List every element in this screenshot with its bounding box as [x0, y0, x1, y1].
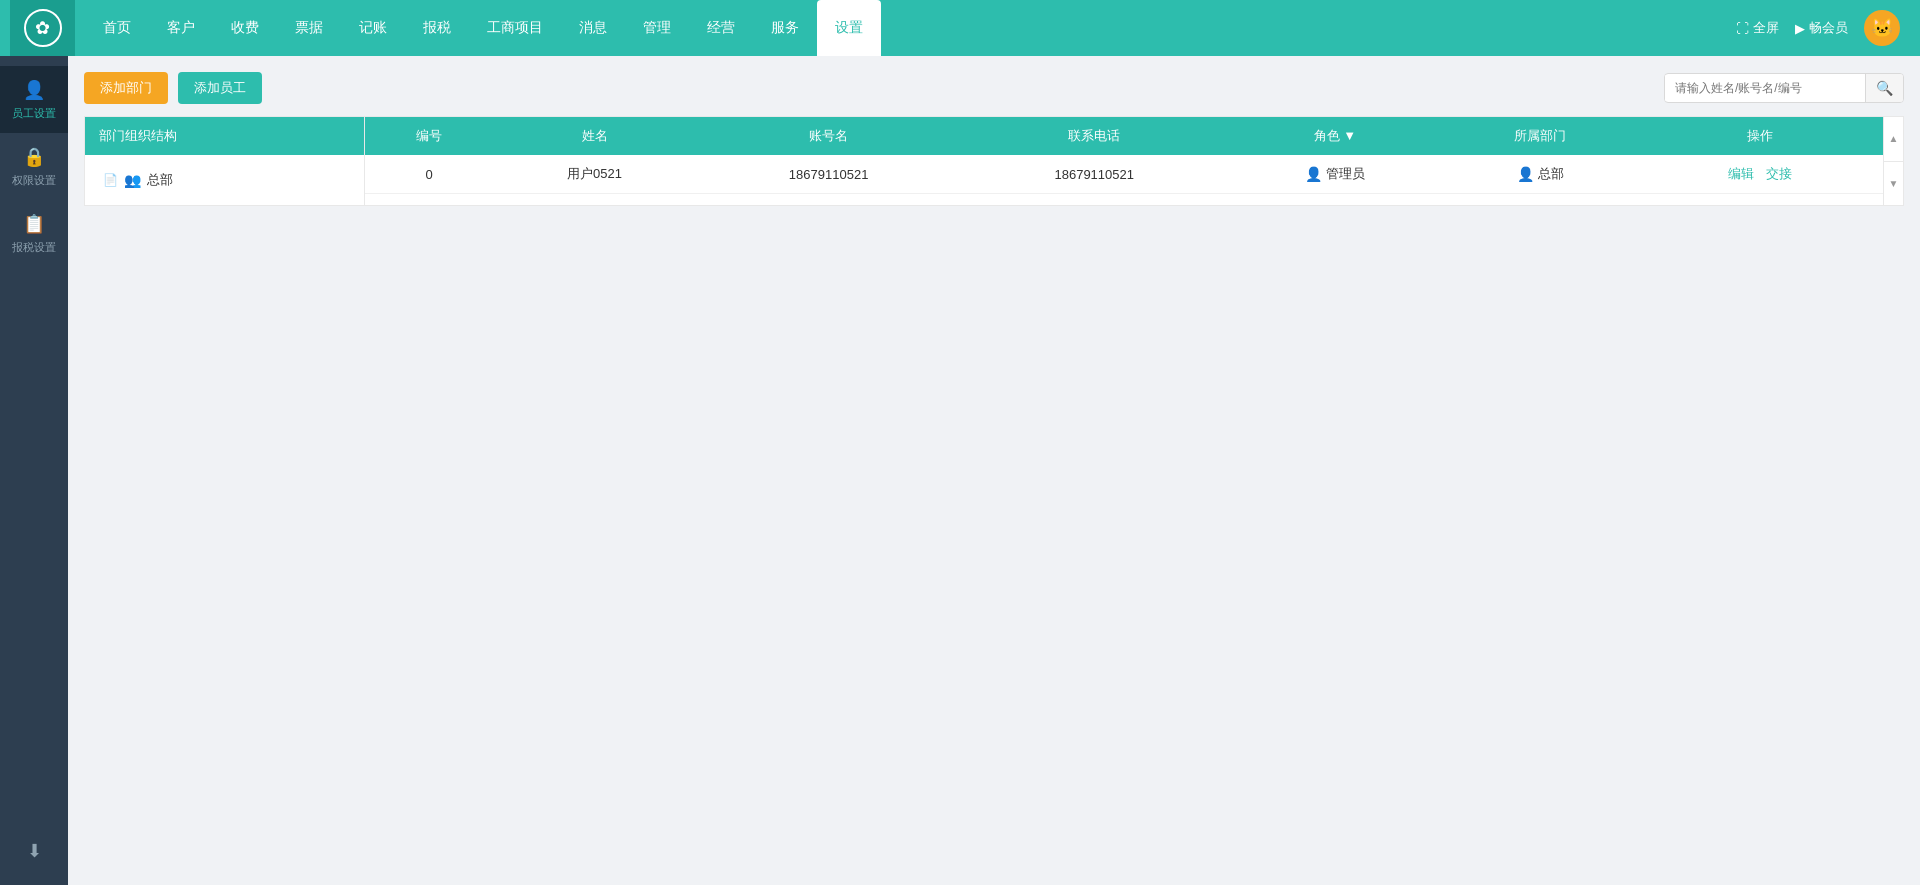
dept-tree-body: 📄 👥 总部 [85, 155, 364, 205]
scroll-down-arrow[interactable]: ▼ [1884, 162, 1903, 206]
dept-badge: 👤 总部 [1517, 165, 1564, 183]
user-group-icon: 👥 [124, 172, 141, 188]
doc-icon: 📄 [103, 173, 118, 187]
col-account: 账号名 [696, 117, 962, 155]
col-name: 姓名 [493, 117, 696, 155]
sidebar-item-0[interactable]: 👤 员工设置 [0, 66, 68, 133]
sidebar-item-1[interactable]: 🔒 权限设置 [0, 133, 68, 200]
search-icon: 🔍 [1876, 80, 1893, 96]
download-icon: ⬇ [22, 839, 46, 863]
edit-link[interactable]: 编辑 [1728, 166, 1754, 181]
col-dept: 所属部门 [1443, 117, 1638, 155]
add-dept-button[interactable]: 添加部门 [84, 72, 168, 104]
nav-item-首页[interactable]: 首页 [85, 0, 149, 56]
scroll-arrows: ▲ ▼ [1883, 117, 1903, 205]
fullscreen-button[interactable]: ⛶ 全屏 [1736, 19, 1779, 37]
nav-items: 首页客户收费票据记账报税工商项目消息管理经营服务设置 [85, 0, 881, 56]
cell-account: 18679110521 [696, 155, 962, 194]
cell-dept: 👤 总部 [1443, 155, 1638, 194]
nav-right: ⛶ 全屏 ▶ 畅会员 🐱 [1736, 10, 1920, 46]
nav-item-设置[interactable]: 设置 [817, 0, 881, 56]
two-col-panel: 部门组织结构 📄 👥 总部 编号 姓名 账号名 [84, 116, 1904, 206]
role-badge: 👤 管理员 [1305, 165, 1365, 183]
sidebar: 👤 员工设置 🔒 权限设置 📋 报税设置 ⬇ [0, 56, 68, 885]
sidebar-label-0: 员工设置 [12, 106, 56, 121]
col-role[interactable]: 角色 ▼ [1227, 117, 1443, 155]
col-action: 操作 [1638, 117, 1883, 155]
logo[interactable]: ✿ [10, 0, 75, 56]
cell-role: 👤 管理员 [1227, 155, 1443, 194]
sidebar-label-1: 权限设置 [12, 173, 56, 188]
table-head: 编号 姓名 账号名 联系电话 角色 ▼ 所属部门 操作 [365, 117, 1883, 155]
role-label: 管理员 [1326, 165, 1365, 183]
scroll-up-arrow[interactable]: ▲ [1884, 117, 1903, 162]
nav-item-报税[interactable]: 报税 [405, 0, 469, 56]
nav-item-管理[interactable]: 管理 [625, 0, 689, 56]
sidebar-item-2[interactable]: 📋 报税设置 [0, 200, 68, 267]
col-phone: 联系电话 [961, 117, 1227, 155]
nav-item-收费[interactable]: 收费 [213, 0, 277, 56]
table-row: 0 用户0521 18679110521 18679110521 👤 管理员 [365, 155, 1883, 194]
content-area: 添加部门 添加员工 🔍 部门组织结构 📄 👥 总部 [68, 56, 1920, 885]
fullscreen-label: 全屏 [1753, 19, 1779, 37]
sidebar-icon-1: 🔒 [22, 145, 46, 169]
nav-item-经营[interactable]: 经营 [689, 0, 753, 56]
col-id: 编号 [365, 117, 493, 155]
col-role-label: 角色 ▼ [1314, 128, 1356, 143]
toolbar: 添加部门 添加员工 🔍 [84, 72, 1904, 104]
table-header-row: 编号 姓名 账号名 联系电话 角色 ▼ 所属部门 操作 [365, 117, 1883, 155]
employee-table: 编号 姓名 账号名 联系电话 角色 ▼ 所属部门 操作 [365, 117, 1883, 205]
sidebar-bottom: ⬇ [0, 827, 68, 875]
fullscreen-icon: ⛶ [1736, 21, 1749, 36]
cell-id: 0 [365, 155, 493, 194]
top-nav: ✿ 首页客户收费票据记账报税工商项目消息管理经营服务设置 ⛶ 全屏 ▶ 畅会员 … [0, 0, 1920, 56]
sidebar-icon-0: 👤 [22, 78, 46, 102]
cell-action: 编辑 交接 [1638, 155, 1883, 194]
tree-item-label: 总部 [147, 171, 173, 189]
transfer-link[interactable]: 交接 [1766, 166, 1792, 181]
member-label: 畅会员 [1809, 19, 1848, 37]
sidebar-label-2: 报税设置 [12, 240, 56, 255]
nav-item-客户[interactable]: 客户 [149, 0, 213, 56]
nav-item-服务[interactable]: 服务 [753, 0, 817, 56]
search-button[interactable]: 🔍 [1865, 74, 1903, 102]
dept-icon: 👤 [1517, 166, 1534, 182]
play-icon: ▶ [1795, 21, 1805, 36]
sidebar-item-download[interactable]: ⬇ [0, 827, 68, 875]
cell-phone: 18679110521 [961, 155, 1227, 194]
add-employee-button[interactable]: 添加员工 [178, 72, 262, 104]
dept-tree: 部门组织结构 📄 👥 总部 [85, 117, 365, 205]
nav-item-工商项目[interactable]: 工商项目 [469, 0, 561, 56]
table: 编号 姓名 账号名 联系电话 角色 ▼ 所属部门 操作 [365, 117, 1883, 194]
dept-tree-header: 部门组织结构 [85, 117, 364, 155]
role-icon: 👤 [1305, 166, 1322, 182]
tree-item-general[interactable]: 📄 👥 总部 [95, 165, 354, 195]
member-button[interactable]: ▶ 畅会员 [1795, 19, 1848, 37]
avatar[interactable]: 🐱 [1864, 10, 1900, 46]
sidebar-icon-2: 📋 [22, 212, 46, 236]
cell-name: 用户0521 [493, 155, 696, 194]
table-body: 0 用户0521 18679110521 18679110521 👤 管理员 [365, 155, 1883, 194]
nav-item-消息[interactable]: 消息 [561, 0, 625, 56]
logo-icon: ✿ [24, 9, 62, 47]
nav-item-记账[interactable]: 记账 [341, 0, 405, 56]
dept-label: 总部 [1538, 165, 1564, 183]
main-layout: 👤 员工设置 🔒 权限设置 📋 报税设置 ⬇ 添加部门 添加员工 🔍 部门组织结构 [0, 56, 1920, 885]
search-input[interactable] [1665, 75, 1865, 101]
search-box: 🔍 [1664, 73, 1904, 103]
nav-item-票据[interactable]: 票据 [277, 0, 341, 56]
